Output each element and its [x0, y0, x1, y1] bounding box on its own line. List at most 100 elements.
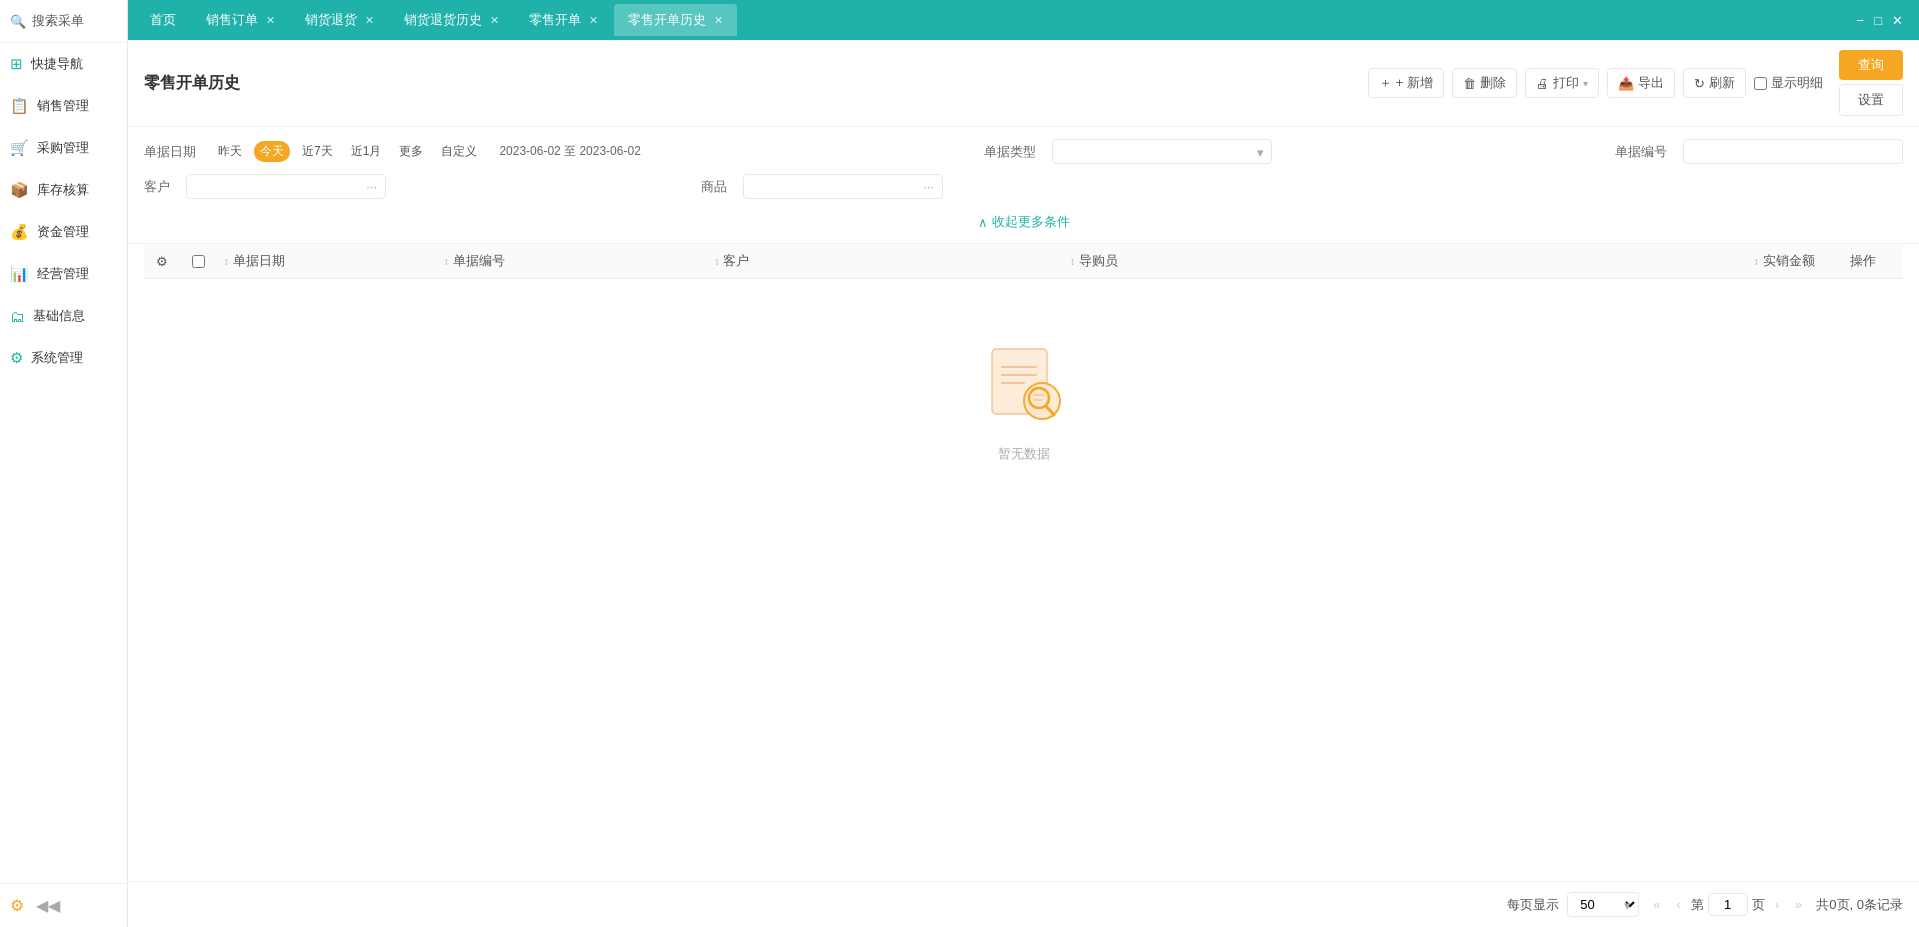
customer-input[interactable]: ···: [186, 174, 386, 199]
sidebar-search-label: 搜索采单: [32, 12, 84, 30]
close-tab-retail-history[interactable]: ✕: [714, 14, 723, 27]
collapse-icon: ∧: [978, 215, 988, 230]
sidebar-item-sys-mgmt[interactable]: ⚙ 系统管理: [0, 337, 127, 379]
add-icon: ＋: [1379, 74, 1392, 92]
window-max-button[interactable]: □: [1874, 13, 1882, 28]
customer-ellipsis-icon: ···: [366, 179, 377, 194]
page-total-info: 共0页, 0条记录: [1816, 896, 1903, 914]
per-page-select[interactable]: 20 50 100 200: [1567, 892, 1639, 917]
tab-retail-history-label: 零售开单历史: [628, 11, 706, 29]
th-customer[interactable]: ↕ 客户: [706, 252, 1062, 270]
print-dropdown-icon: ▾: [1583, 78, 1588, 89]
sidebar-item-purchase-mgmt[interactable]: 🛒 采购管理: [0, 127, 127, 169]
sys-mgmt-icon: ⚙: [10, 349, 23, 367]
collapse-sidebar-icon[interactable]: ◀◀: [36, 896, 60, 915]
th-settings[interactable]: ⚙: [144, 254, 180, 269]
toolbar: ＋ + 新增 🗑 删除 🖨 打印 ▾ 📤 导出 ↻: [1368, 50, 1903, 116]
sidebar-item-base-info[interactable]: 🗂 基础信息: [0, 295, 127, 337]
sidebar-item-quick-nav[interactable]: ⊞ 快捷导航: [0, 43, 127, 85]
th-ops: 操作: [1823, 252, 1903, 270]
sort-icon-left: ↕: [1070, 256, 1075, 267]
prev-page-button[interactable]: ‹: [1670, 894, 1686, 915]
tab-sales-return[interactable]: 销货退货 ✕: [291, 4, 388, 36]
sidebar-item-label: 销售管理: [37, 97, 89, 115]
th-check[interactable]: [180, 255, 216, 268]
sort-icon-left: ↕: [224, 256, 229, 267]
next-page-button[interactable]: ›: [1769, 894, 1785, 915]
collapse-label: 收起更多条件: [992, 213, 1070, 231]
page-nav: « ‹ 第 页 › »: [1647, 893, 1808, 916]
tab-sales-order-label: 销售订单: [206, 11, 258, 29]
order-type-select[interactable]: [1052, 139, 1272, 164]
th-order-no[interactable]: ↕ 单据编号: [436, 252, 707, 270]
tab-sales-order[interactable]: 销售订单 ✕: [192, 4, 289, 36]
sidebar-item-label: 采购管理: [37, 139, 89, 157]
date-7days[interactable]: 近7天: [296, 141, 339, 162]
export-button[interactable]: 📤 导出: [1607, 68, 1675, 98]
sort-icon-left: ↕: [444, 256, 449, 267]
query-button[interactable]: 查询: [1839, 50, 1903, 80]
setting-label: 设置: [1858, 92, 1884, 107]
close-tab-sales-order[interactable]: ✕: [266, 14, 275, 27]
first-page-button[interactable]: «: [1647, 894, 1666, 915]
pagination: 每页显示 20 50 100 200 « ‹ 第 页 › » 共0页, 0条记录: [128, 881, 1919, 927]
sidebar: 🔍 搜索采单 ⊞ 快捷导航 📋 销售管理 🛒 采购管理 📦 库存核算 💰 资金管…: [0, 0, 128, 927]
delete-button[interactable]: 🗑 删除: [1452, 68, 1517, 98]
order-no-input[interactable]: [1683, 139, 1903, 164]
check-all-checkbox[interactable]: [192, 255, 205, 268]
window-min-button[interactable]: −: [1857, 13, 1865, 28]
base-info-icon: 🗂: [10, 308, 25, 325]
query-label: 查询: [1858, 57, 1884, 72]
refresh-button[interactable]: ↻ 刷新: [1683, 68, 1746, 98]
th-date[interactable]: ↕ 单据日期: [216, 252, 436, 270]
tab-retail-open-label: 零售开单: [529, 11, 581, 29]
per-page-select-wrap: 20 50 100 200: [1567, 892, 1639, 917]
add-button[interactable]: ＋ + 新增: [1368, 68, 1444, 98]
refresh-icon: ↻: [1694, 76, 1705, 91]
sidebar-search[interactable]: 🔍 搜索采单: [0, 0, 127, 43]
print-button[interactable]: 🖨 打印 ▾: [1525, 68, 1599, 98]
goods-input[interactable]: ···: [743, 174, 943, 199]
date-today[interactable]: 今天: [254, 141, 290, 162]
window-close-button[interactable]: ✕: [1892, 13, 1903, 28]
th-guide[interactable]: ↕ 导购员: [1062, 252, 1282, 270]
refresh-label: 刷新: [1709, 74, 1735, 92]
th-date-label: 单据日期: [233, 252, 285, 270]
tab-sales-return-history[interactable]: 销货退货历史 ✕: [390, 4, 513, 36]
tab-sales-return-label: 销货退货: [305, 11, 357, 29]
display-detail-checkbox[interactable]: 显示明细: [1754, 74, 1823, 92]
date-more[interactable]: 更多: [393, 141, 429, 162]
ops-mgmt-icon: 📊: [10, 265, 29, 283]
per-page-label: 每页显示: [1507, 896, 1559, 914]
page-header: 零售开单历史 ＋ + 新增 🗑 删除 🖨 打印 ▾ 📤 导出: [128, 40, 1919, 127]
last-page-button[interactable]: »: [1789, 894, 1808, 915]
sidebar-item-ops-mgmt[interactable]: 📊 经营管理: [0, 253, 127, 295]
export-icon: 📤: [1618, 76, 1634, 91]
close-tab-retail-open[interactable]: ✕: [589, 14, 598, 27]
display-detail-check[interactable]: [1754, 77, 1767, 90]
setting-button[interactable]: 设置: [1839, 84, 1903, 116]
sidebar-item-finance[interactable]: 💰 资金管理: [0, 211, 127, 253]
date-custom[interactable]: 自定义: [435, 141, 483, 162]
close-tab-sales-return[interactable]: ✕: [365, 14, 374, 27]
collapse-more-btn[interactable]: ∧ 收起更多条件: [144, 209, 1903, 239]
sidebar-item-sales-mgmt[interactable]: 📋 销售管理: [0, 85, 127, 127]
date-1month[interactable]: 近1月: [345, 141, 388, 162]
tab-home[interactable]: 首页: [136, 4, 190, 36]
settings-icon[interactable]: ⚙: [10, 896, 24, 915]
filter-row-1: 单据日期 昨天 今天 近7天 近1月 更多 自定义 2023-06-02 至 2…: [144, 139, 1903, 164]
sidebar-item-label: 系统管理: [31, 349, 83, 367]
export-label: 导出: [1638, 74, 1664, 92]
empty-state: 暂无数据: [144, 279, 1903, 523]
page-number-input[interactable]: [1708, 893, 1748, 916]
th-guide-label: 导购员: [1079, 252, 1118, 270]
th-amount[interactable]: ↕ 实销金额: [1637, 252, 1823, 270]
close-tab-sales-return-history[interactable]: ✕: [490, 14, 499, 27]
date-yesterday[interactable]: 昨天: [212, 141, 248, 162]
sidebar-item-inventory[interactable]: 📦 库存核算: [0, 169, 127, 211]
page-title: 零售开单历史: [144, 73, 240, 94]
tab-retail-open[interactable]: 零售开单 ✕: [515, 4, 612, 36]
tab-retail-history[interactable]: 零售开单历史 ✕: [614, 4, 737, 36]
table-container: ⚙ ↕ 单据日期 ↕ 单据编号 ↕ 客户: [144, 244, 1903, 523]
sidebar-item-label: 基础信息: [33, 307, 85, 325]
